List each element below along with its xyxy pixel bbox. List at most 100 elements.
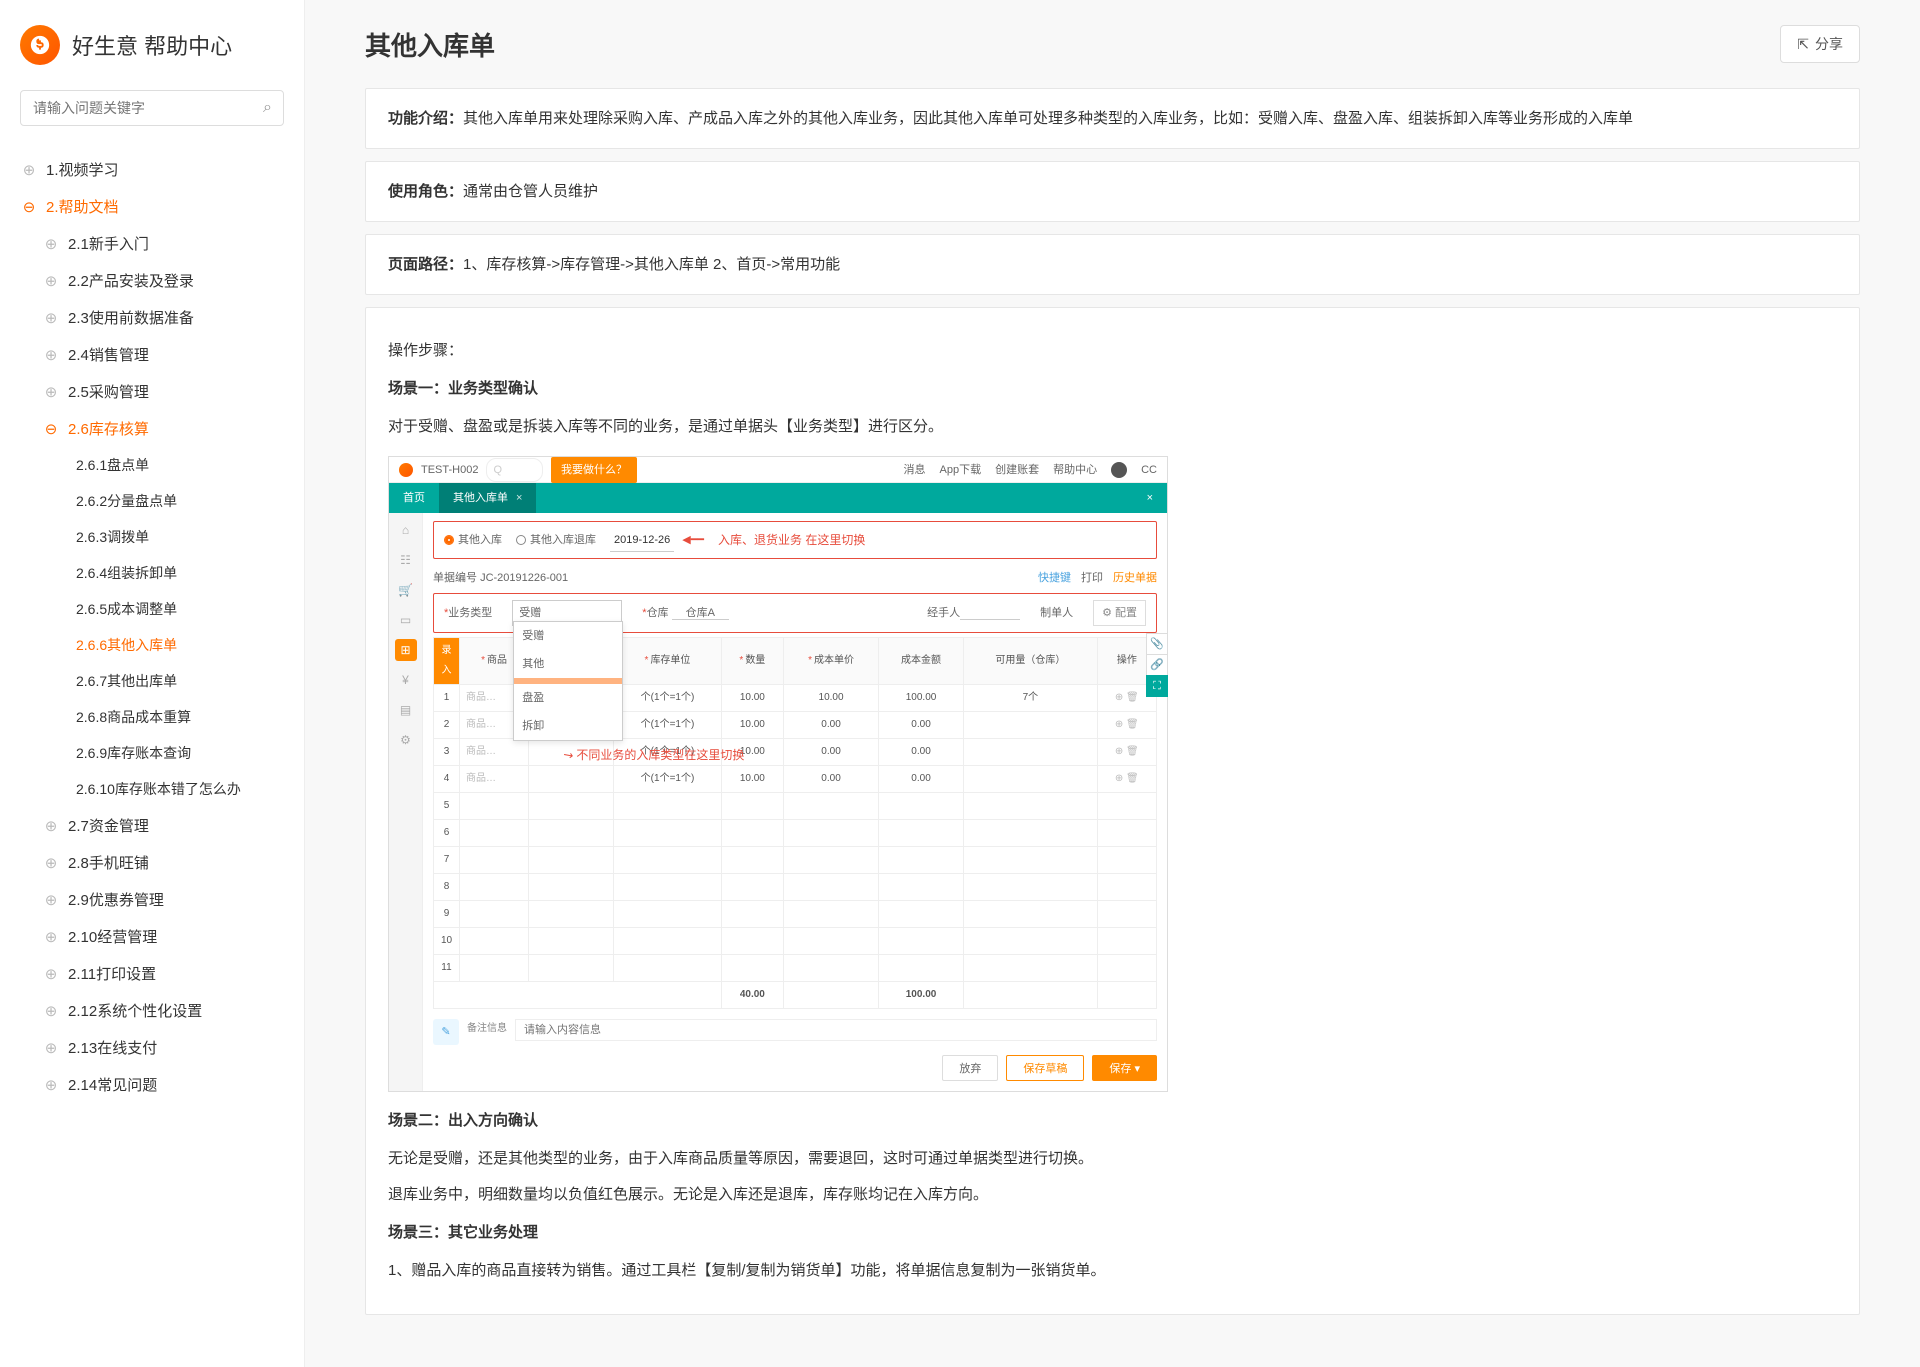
shot-buttons: 放弃 保存草稿 保存 ▾ [433,1055,1157,1081]
nav-2-6-6[interactable]: 2.6.6其他入库单 [20,627,284,663]
nav-2-12[interactable]: ⊕2.12系统个性化设置 [20,992,284,1029]
scenario-3-title: 场景三：其它业务处理 [388,1218,1837,1248]
nav-2-1[interactable]: ⊕2.1新手入门 [20,225,284,262]
logo[interactable]: 好生意 帮助中心 [20,25,284,65]
close-icon: × [516,487,522,509]
shot-print: 打印 [1081,567,1103,589]
shot-type-row: 其他入库 其他入库退库 2019-12-26 ◀━━ 入库、退货业务 在这里切换 [433,521,1157,559]
nav-2-6[interactable]: ⊖2.6库存核算 [20,410,284,447]
shot-cancel: 放弃 [942,1055,998,1081]
steps-block: 操作步骤： 场景一：业务类型确认 对于受赠、盘盈或是拆装入库等不同的业务，是通过… [365,307,1860,1315]
shot-link-app: App下载 [940,459,982,481]
nav-2-5[interactable]: ⊕2.5采购管理 [20,373,284,410]
plus-icon: ⊕ [42,965,60,983]
nav-tree: ⊕1.视频学习 ⊖2.帮助文档 ⊕2.1新手入门 ⊕2.2产品安装及登录 ⊕2.… [20,151,284,1103]
shot-user: CC [1141,459,1157,481]
minus-icon: ⊖ [20,198,38,216]
nav-2-6-8[interactable]: 2.6.8商品成本重算 [20,699,284,735]
shot-link-help: 帮助中心 [1053,459,1097,481]
money-icon: ¥ [395,669,417,691]
nav-2-7[interactable]: ⊕2.7资金管理 [20,807,284,844]
nav-2-4[interactable]: ⊕2.4销售管理 [20,336,284,373]
shot-action-btn: 我要做什么？ [551,457,637,483]
screenshot-figure: TEST-H002 Q 我要做什么？ 消息 App下载 创建账套 帮助中心 CC [388,456,1837,1092]
expand-icon: ⛶ [1146,675,1168,697]
share-button[interactable]: ⇱ 分享 [1780,25,1860,63]
role-label: 使用角色： [388,183,463,200]
shot-biztype-dropdown: 受赠 受赠 其他 盘盈 拆卸 [512,600,622,626]
shot-tab-home: 首页 [389,483,439,513]
box-icon: ▭ [395,609,417,631]
gear-icon: ⚙ 配置 [1093,600,1146,626]
shot-topbar: TEST-H002 Q 我要做什么？ 消息 App下载 创建账套 帮助中心 CC [389,457,1167,483]
shot-tabs: 首页 其他入库单× × [389,483,1167,513]
search-icon[interactable]: ⌕ [263,99,272,117]
nav-2-9[interactable]: ⊕2.9优惠券管理 [20,881,284,918]
shot-filter-row: *业务类型 受赠 受赠 其他 盘盈 拆卸 [433,593,1157,633]
nav-2-6-7[interactable]: 2.6.7其他出库单 [20,663,284,699]
nav-2-6-5[interactable]: 2.6.5成本调整单 [20,591,284,627]
nav-2-14[interactable]: ⊕2.14常见问题 [20,1066,284,1103]
nav-video-learning[interactable]: ⊕1.视频学习 [20,151,284,188]
shot-remark: ✎ 备注信息 [433,1019,1157,1045]
plus-icon: ⊕ [42,928,60,946]
scenario-1-text: 对于受赠、盘盈或是拆装入库等不同的业务，是通过单据头【业务类型】进行区分。 [388,412,1837,442]
plus-icon: ⊕ [42,346,60,364]
shot-link-create: 创建账套 [995,459,1039,481]
plus-icon: ⊕ [42,817,60,835]
minus-icon: ⊖ [42,420,60,438]
nav-2-6-4[interactable]: 2.6.4组装拆卸单 [20,555,284,591]
nav-2-2[interactable]: ⊕2.2产品安装及登录 [20,262,284,299]
plus-icon: ⊕ [42,1076,60,1094]
nav-2-11[interactable]: ⊕2.11打印设置 [20,955,284,992]
search-input[interactable] [20,90,284,126]
shot-tab-current: 其他入库单× [439,483,536,513]
radio-off-icon [516,535,526,545]
search-box: ⌕ [20,90,284,126]
nav-2-8[interactable]: ⊕2.8手机旺铺 [20,844,284,881]
page-title: 其他入库单 [365,26,495,63]
path-panel: 页面路径：1、库存核算->库存管理->其他入库单 2、首页->常用功能 [365,234,1860,295]
scenario-3-text1: 1、赠品入库的商品直接转为销售。通过工具栏【复制/复制为销货单】功能，将单据信息… [388,1256,1837,1286]
settings-icon: ⚙ [395,729,417,751]
nav-2-6-1[interactable]: 2.6.1盘点单 [20,447,284,483]
intro-panel: 功能介绍：其他入库单用来处理除采购入库、产成品入库之外的其他入库业务，因此其他入… [365,88,1860,149]
nav-2-3[interactable]: ⊕2.3使用前数据准备 [20,299,284,336]
annotation-1: 入库、退货业务 在这里切换 [718,528,865,552]
shot-hist: 历史单据 [1113,567,1157,589]
nav-2-6-3[interactable]: 2.6.3调拨单 [20,519,284,555]
nav-help-docs[interactable]: ⊖2.帮助文档 [20,188,284,225]
shot-side-tools: 📎 🔗 ⛶ [1146,633,1168,696]
logo-icon [20,25,60,65]
role-panel: 使用角色：通常由仓管人员维护 [365,161,1860,222]
report-icon: ▤ [395,699,417,721]
steps-heading: 操作步骤： [388,336,1837,366]
plus-icon: ⊕ [20,161,38,179]
shot-tab-close-all: × [1133,483,1167,513]
nav-2-10[interactable]: ⊕2.10经营管理 [20,918,284,955]
plus-icon: ⊕ [42,891,60,909]
plus-icon: ⊕ [42,1002,60,1020]
role-text: 通常由仓管人员维护 [463,183,598,200]
shot-dropdown-popup: 受赠 其他 盘盈 拆卸 [513,621,623,741]
scenario-1-title: 场景一：业务类型确认 [388,374,1837,404]
plus-icon: ⊕ [42,1039,60,1057]
plus-icon: ⊕ [42,235,60,253]
shot-link-msg: 消息 [904,459,926,481]
nav-2-6-2[interactable]: 2.6.2分量盘点单 [20,483,284,519]
cart-icon: 🛒 [395,579,417,601]
main-content: 其他入库单 ⇱ 分享 功能介绍：其他入库单用来处理除采购入库、产成品入库之外的其… [305,0,1920,1367]
intro-text: 其他入库单用来处理除采购入库、产成品入库之外的其他入库业务，因此其他入库单可处理… [463,110,1633,127]
inventory-icon: ⊞ [395,639,417,661]
nav-2-6-10[interactable]: 2.6.10库存账本错了怎么办 [20,771,284,807]
link-icon: 🔗 [1146,654,1168,676]
nav-2-13[interactable]: ⊕2.13在线支付 [20,1029,284,1066]
shot-meta-row: 单据编号 JC-20191226-001 快捷键 打印 历史单据 [433,559,1157,593]
plus-icon: ⊕ [42,309,60,327]
nav-2-6-9[interactable]: 2.6.9库存账本查询 [20,735,284,771]
plus-icon: ⊕ [42,383,60,401]
intro-label: 功能介绍： [388,110,463,127]
avatar-icon [1111,462,1127,478]
shot-side-nav: ⌂ ☷ 🛒 ▭ ⊞ ¥ ▤ ⚙ [389,513,423,1091]
plus-icon: ⊕ [42,854,60,872]
